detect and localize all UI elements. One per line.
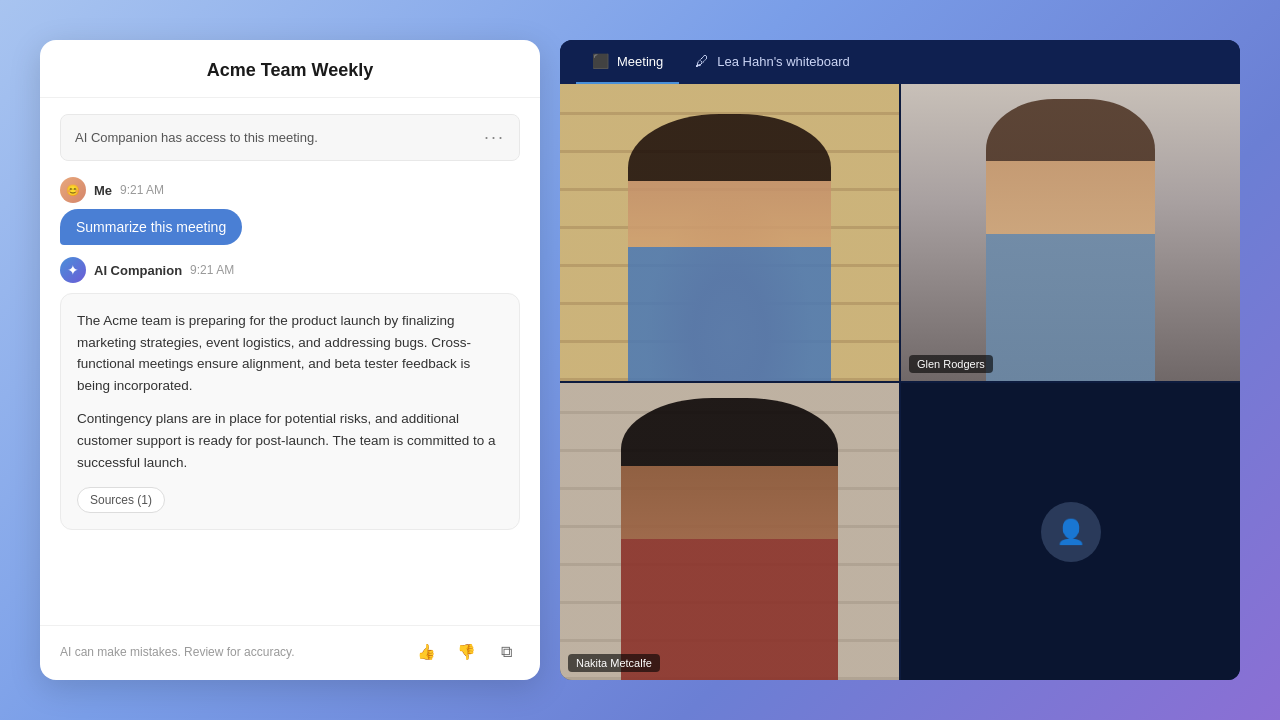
user-bubble: Summarize this meeting [60,209,242,245]
ai-paragraph-2: Contingency plans are in place for poten… [77,408,503,473]
video-panel: ⬛ Meeting 🖊 Lea Hahn's whiteboard Glen R… [560,40,1240,680]
video-cell-bottom-right: 👤 [901,383,1240,680]
video-cell-bottom-left: Nakita Metcalfe [560,383,899,680]
meeting-icon: ⬛ [592,53,609,69]
participant-label-glen: Glen Rodgers [909,355,993,373]
app-container: Acme Team Weekly AI Companion has access… [40,40,1240,680]
chat-body: AI Companion has access to this meeting.… [40,98,540,625]
ai-paragraph-1: The Acme team is preparing for the produ… [77,310,503,396]
tab-meeting[interactable]: ⬛ Meeting [576,40,679,84]
sources-button[interactable]: Sources (1) [77,487,165,513]
thumbs-up-button[interactable] [412,638,440,666]
tab-meeting-label: Meeting [617,54,663,69]
chat-header: Acme Team Weekly [40,40,540,98]
tab-whiteboard[interactable]: 🖊 Lea Hahn's whiteboard [679,40,866,84]
sender-ai: AI Companion [94,263,182,278]
copy-button[interactable] [492,638,520,666]
ai-meta: ✦ AI Companion 9:21 AM [60,257,520,283]
access-bar-text: AI Companion has access to this meeting. [75,130,318,145]
more-options-button[interactable]: ··· [484,127,505,148]
ai-star-icon: ✦ [67,262,79,278]
user-message-group: 😊 Me 9:21 AM Summarize this meeting [60,177,520,245]
sender-me: Me [94,183,112,198]
thumbs-down-button[interactable] [452,638,480,666]
video-grid: Glen Rodgers Nakita Metcalfe 👤 [560,84,1240,680]
user-meta: 😊 Me 9:21 AM [60,177,520,203]
ai-response-card: The Acme team is preparing for the produ… [60,293,520,530]
video-cell-top-left [560,84,899,381]
ai-message-group: ✦ AI Companion 9:21 AM The Acme team is … [60,257,520,530]
access-bar: AI Companion has access to this meeting.… [60,114,520,161]
chat-panel: Acme Team Weekly AI Companion has access… [40,40,540,680]
avatar-ai: ✦ [60,257,86,283]
footer-actions [412,638,520,666]
chat-title: Acme Team Weekly [207,60,373,80]
ai-response-text: The Acme team is preparing for the produ… [77,310,503,473]
video-cell-top-right: Glen Rodgers [901,84,1240,381]
timestamp-ai: 9:21 AM [190,263,234,277]
participant-label-nakita: Nakita Metcalfe [568,654,660,672]
whiteboard-icon: 🖊 [695,53,709,69]
video-nav: ⬛ Meeting 🖊 Lea Hahn's whiteboard [560,40,1240,84]
tab-whiteboard-label: Lea Hahn's whiteboard [717,54,850,69]
ai-disclaimer: AI can make mistakes. Review for accurac… [60,645,295,659]
avatar-me: 😊 [60,177,86,203]
chat-footer: AI can make mistakes. Review for accurac… [40,625,540,680]
timestamp-me: 9:21 AM [120,183,164,197]
